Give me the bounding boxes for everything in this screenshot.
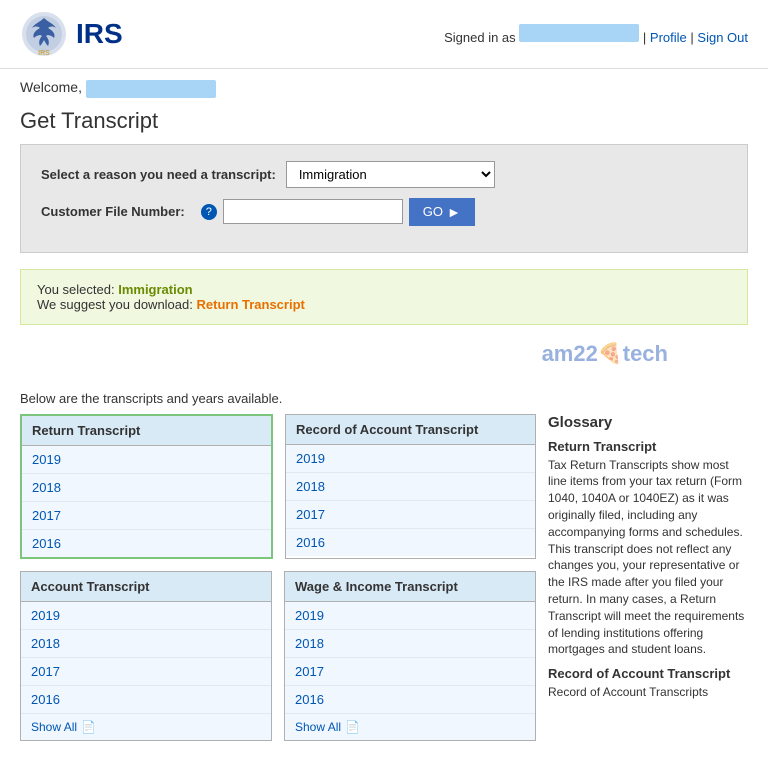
watermark-area: am22🍕tech bbox=[20, 341, 748, 381]
account-transcript-header: Account Transcript bbox=[21, 572, 271, 602]
profile-link[interactable]: Profile bbox=[650, 30, 687, 45]
glossary-desc-return-transcript: Tax Return Transcripts show most line it… bbox=[548, 457, 748, 659]
selected-value: Immigration bbox=[118, 282, 192, 297]
we-suggest-label: We suggest you download: bbox=[37, 297, 193, 312]
show-all-icon-2: 📄 bbox=[345, 720, 360, 734]
irs-logo: IRS IRS bbox=[20, 10, 123, 58]
am22-text: am22 bbox=[542, 341, 598, 367]
account-transcript-2017[interactable]: 2017 bbox=[21, 658, 271, 686]
tech-text: tech bbox=[623, 341, 668, 367]
return-transcript-box: Return Transcript 2019 2018 2017 2016 bbox=[20, 414, 273, 559]
account-transcript-show-all[interactable]: Show All 📄 bbox=[21, 714, 271, 740]
signout-link[interactable]: Sign Out bbox=[697, 30, 748, 45]
transcript-row-2: Account Transcript 2019 2018 2017 2016 S… bbox=[20, 571, 536, 741]
reason-select[interactable]: Immigration Higher Education/Student Aid… bbox=[286, 161, 495, 188]
cfn-help-icon[interactable]: ? bbox=[201, 204, 217, 220]
separator1: | bbox=[643, 30, 650, 45]
glossary-term-return-transcript: Return Transcript bbox=[548, 439, 748, 454]
wage-income-transcript-box: Wage & Income Transcript 2019 2018 2017 … bbox=[284, 571, 536, 741]
signed-in-name bbox=[519, 24, 639, 42]
record-of-account-2019[interactable]: 2019 bbox=[286, 445, 535, 473]
return-transcript-2018[interactable]: 2018 bbox=[22, 474, 271, 502]
account-transcript-box: Account Transcript 2019 2018 2017 2016 S… bbox=[20, 571, 272, 741]
below-transcripts-text: Below are the transcripts and years avai… bbox=[0, 381, 768, 414]
suggest-link[interactable]: Return Transcript bbox=[197, 297, 305, 312]
return-transcript-2017[interactable]: 2017 bbox=[22, 502, 271, 530]
wage-income-transcript-2016[interactable]: 2016 bbox=[285, 686, 535, 714]
cfn-input[interactable] bbox=[223, 199, 403, 224]
show-all-icon: 📄 bbox=[81, 720, 96, 734]
you-selected-label: You selected: bbox=[37, 282, 115, 297]
cfn-row: Customer File Number: ? GO ► bbox=[41, 198, 727, 226]
glossary-section: Glossary Return Transcript Tax Return Tr… bbox=[548, 414, 748, 741]
page-title: Get Transcript bbox=[0, 103, 768, 144]
go-label: GO bbox=[423, 204, 443, 219]
page-header: IRS IRS Signed in as | Profile | Sign Ou… bbox=[0, 0, 768, 69]
record-of-account-2016[interactable]: 2016 bbox=[286, 529, 535, 556]
go-button[interactable]: GO ► bbox=[409, 198, 475, 226]
transcript-row-1: Return Transcript 2019 2018 2017 2016 Re… bbox=[20, 414, 536, 559]
account-transcript-2018[interactable]: 2018 bbox=[21, 630, 271, 658]
transcript-grid: Return Transcript 2019 2018 2017 2016 Re… bbox=[0, 414, 768, 761]
record-of-account-box: Record of Account Transcript 2019 2018 2… bbox=[285, 414, 536, 559]
return-transcript-2019[interactable]: 2019 bbox=[22, 446, 271, 474]
you-selected-row: You selected: Immigration bbox=[37, 282, 731, 297]
glossary-term-record-of-account: Record of Account Transcript bbox=[548, 666, 748, 681]
glossary-desc-record-of-account: Record of Account Transcripts bbox=[548, 684, 748, 701]
signed-in-label: Signed in as bbox=[444, 30, 516, 45]
wage-income-transcript-2017[interactable]: 2017 bbox=[285, 658, 535, 686]
account-transcript-2016[interactable]: 2016 bbox=[21, 686, 271, 714]
return-transcript-2016[interactable]: 2016 bbox=[22, 530, 271, 557]
show-all-label: Show All bbox=[31, 720, 77, 734]
reason-label: Select a reason you need a transcript: bbox=[41, 167, 276, 182]
record-of-account-2018[interactable]: 2018 bbox=[286, 473, 535, 501]
header-user-info: Signed in as | Profile | Sign Out bbox=[444, 24, 748, 45]
show-all-label-2: Show All bbox=[295, 720, 341, 734]
svg-text:IRS: IRS bbox=[38, 50, 50, 57]
am22-icon: 🍕 bbox=[598, 341, 623, 366]
selection-notice: You selected: Immigration We suggest you… bbox=[20, 269, 748, 325]
welcome-text: Welcome, bbox=[20, 79, 82, 95]
we-suggest-row: We suggest you download: Return Transcri… bbox=[37, 297, 731, 312]
record-of-account-header: Record of Account Transcript bbox=[286, 415, 535, 445]
irs-text: IRS bbox=[76, 18, 123, 50]
wage-income-transcript-show-all[interactable]: Show All 📄 bbox=[285, 714, 535, 740]
account-transcript-2019[interactable]: 2019 bbox=[21, 602, 271, 630]
header-links: Profile | Sign Out bbox=[650, 30, 748, 45]
cfn-label: Customer File Number: bbox=[41, 204, 185, 219]
wage-income-transcript-2019[interactable]: 2019 bbox=[285, 602, 535, 630]
go-arrow-icon: ► bbox=[447, 204, 461, 220]
glossary-title: Glossary bbox=[548, 414, 748, 431]
left-transcript-area: Return Transcript 2019 2018 2017 2016 Re… bbox=[20, 414, 536, 741]
wage-income-transcript-header: Wage & Income Transcript bbox=[285, 572, 535, 602]
return-transcript-header: Return Transcript bbox=[22, 416, 271, 446]
am22tech-watermark: am22🍕tech bbox=[542, 341, 668, 367]
welcome-bar: Welcome, bbox=[0, 69, 768, 103]
record-of-account-2017[interactable]: 2017 bbox=[286, 501, 535, 529]
transcript-form: Select a reason you need a transcript: I… bbox=[20, 144, 748, 253]
reason-row: Select a reason you need a transcript: I… bbox=[41, 161, 727, 188]
welcome-name bbox=[86, 80, 216, 98]
wage-income-transcript-2018[interactable]: 2018 bbox=[285, 630, 535, 658]
irs-emblem-icon: IRS bbox=[20, 10, 68, 58]
